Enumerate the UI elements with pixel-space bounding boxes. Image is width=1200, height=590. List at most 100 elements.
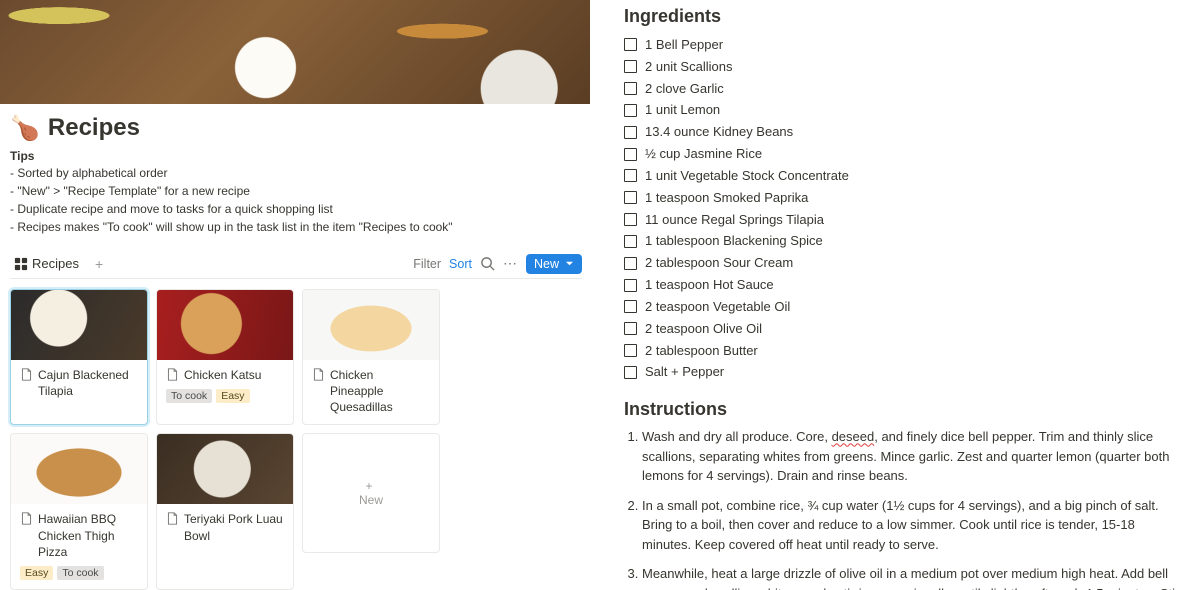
checkbox[interactable] [624,169,637,182]
card-tag: Easy [20,566,53,580]
chevron-down-icon [565,259,574,268]
checkbox[interactable] [624,300,637,313]
card-title: Hawaiian BBQ Chicken Thigh Pizza [38,511,138,560]
ingredient-text: 1 Bell Pepper [645,34,723,56]
checkbox[interactable] [624,38,637,51]
gallery-card[interactable]: Teriyaki Pork Luau Bowl [156,433,294,590]
page-icon [20,368,33,381]
ingredient-item: Salt + Pepper [624,361,1186,383]
card-title-row: Cajun Blackened Tilapia [20,367,138,399]
card-title: Cajun Blackened Tilapia [38,367,138,399]
ingredients-heading: Ingredients [624,6,1186,27]
ingredient-item: 1 teaspoon Smoked Paprika [624,187,1186,209]
page-emoji[interactable]: 🍗 [10,114,40,143]
card-thumbnail [303,290,439,360]
ingredient-item: 2 clove Garlic [624,78,1186,100]
card-title-row: Chicken Katsu [166,367,284,383]
ingredient-text: 1 teaspoon Smoked Paprika [645,187,808,209]
ingredient-text: 13.4 ounce Kidney Beans [645,121,793,143]
ingredient-text: 2 tablespoon Sour Cream [645,252,793,274]
card-title-row: Chicken Pineapple Quesadillas [312,367,430,416]
ingredient-item: 2 teaspoon Olive Oil [624,318,1186,340]
more-icon[interactable]: ⋯ [503,255,518,272]
checkbox[interactable] [624,104,637,117]
ingredient-text: 1 unit Vegetable Stock Concentrate [645,165,849,187]
db-view-tab[interactable]: Recipes [10,254,83,273]
card-title-row: Hawaiian BBQ Chicken Thigh Pizza [20,511,138,560]
search-icon[interactable] [480,256,495,271]
ingredient-text: 1 unit Lemon [645,99,720,121]
add-view-button[interactable]: + [91,256,107,272]
checkbox[interactable] [624,257,637,270]
page-icon [166,512,179,525]
ingredient-item: 11 ounce Regal Springs Tilapia [624,209,1186,231]
ingredient-text: 11 ounce Regal Springs Tilapia [645,209,824,231]
filter-button[interactable]: Filter [413,257,441,271]
tips-heading: Tips [10,149,582,163]
ingredient-item: 1 unit Lemon [624,99,1186,121]
card-thumbnail [11,434,147,504]
checkbox[interactable] [624,82,637,95]
ingredient-item: 13.4 ounce Kidney Beans [624,121,1186,143]
ingredient-text: ½ cup Jasmine Rice [645,143,762,165]
page-title[interactable]: Recipes [48,114,140,142]
instruction-step: Wash and dry all produce. Core, deseed, … [642,427,1186,486]
checkbox[interactable] [624,366,637,379]
card-thumbnail [157,434,293,504]
new-button-label: New [534,257,559,271]
ingredient-item: 1 tablespoon Blackening Spice [624,230,1186,252]
instruction-step: Meanwhile, heat a large drizzle of olive… [642,564,1186,590]
checkbox[interactable] [624,191,637,204]
ingredient-text: 2 teaspoon Vegetable Oil [645,296,790,318]
tip-line: Sorted by alphabetical order [10,164,582,182]
ingredient-text: 1 tablespoon Blackening Spice [645,230,823,252]
sort-button[interactable]: Sort [449,257,472,271]
card-tag: Easy [216,389,249,403]
card-title: Chicken Katsu [184,367,261,383]
checkbox[interactable] [624,322,637,335]
ingredients-list: 1 Bell Pepper2 unit Scallions2 clove Gar… [624,34,1186,383]
gallery: Cajun Blackened Tilapia Chicken KatsuTo c… [10,289,582,590]
gallery-card[interactable]: Chicken KatsuTo cookEasy [156,289,294,426]
tip-line: Recipes makes "To cook" will show up in … [10,218,582,236]
gallery-icon [14,257,28,271]
checkbox[interactable] [624,126,637,139]
ingredient-item: 2 unit Scallions [624,56,1186,78]
ingredient-item: 2 tablespoon Sour Cream [624,252,1186,274]
db-toolbar: Recipes + Filter Sort ⋯ New [10,254,582,279]
ingredient-text: 2 unit Scallions [645,56,732,78]
detail-pane: Ingredients 1 Bell Pepper2 unit Scallion… [590,0,1200,590]
card-thumbnail [11,290,147,360]
new-button[interactable]: New [526,254,582,274]
new-card-label: New [359,493,383,507]
ingredient-item: 1 unit Vegetable Stock Concentrate [624,165,1186,187]
instructions-list: Wash and dry all produce. Core, deseed, … [624,427,1186,590]
ingredient-item: ½ cup Jasmine Rice [624,143,1186,165]
ingredient-item: 1 Bell Pepper [624,34,1186,56]
checkbox[interactable] [624,279,637,292]
ingredient-text: 2 clove Garlic [645,78,724,100]
tip-line: "New" > "Recipe Template" for a new reci… [10,182,582,200]
ingredient-item: 2 tablespoon Butter [624,340,1186,362]
cover-image[interactable] [0,0,590,104]
checkbox[interactable] [624,60,637,73]
gallery-card[interactable]: Hawaiian BBQ Chicken Thigh PizzaEasyTo c… [10,433,148,590]
card-title: Teriyaki Pork Luau Bowl [184,511,284,543]
checkbox[interactable] [624,344,637,357]
page-icon [312,368,325,381]
card-thumbnail [157,290,293,360]
checkbox[interactable] [624,213,637,226]
gallery-card[interactable]: Cajun Blackened Tilapia [10,289,148,426]
gallery-card[interactable]: Chicken Pineapple Quesadillas [302,289,440,426]
ingredient-item: 2 teaspoon Vegetable Oil [624,296,1186,318]
ingredient-text: Salt + Pepper [645,361,724,383]
checkbox[interactable] [624,235,637,248]
db-view-label: Recipes [32,256,79,271]
left-pane: 🍗 Recipes Tips Sorted by alphabetical or… [0,0,590,590]
new-card-button[interactable]: +New [302,433,440,553]
ingredient-text: 2 teaspoon Olive Oil [645,318,762,340]
plus-icon: + [365,479,372,493]
checkbox[interactable] [624,148,637,161]
card-title-row: Teriyaki Pork Luau Bowl [166,511,284,543]
page-title-row: 🍗 Recipes [10,114,582,143]
